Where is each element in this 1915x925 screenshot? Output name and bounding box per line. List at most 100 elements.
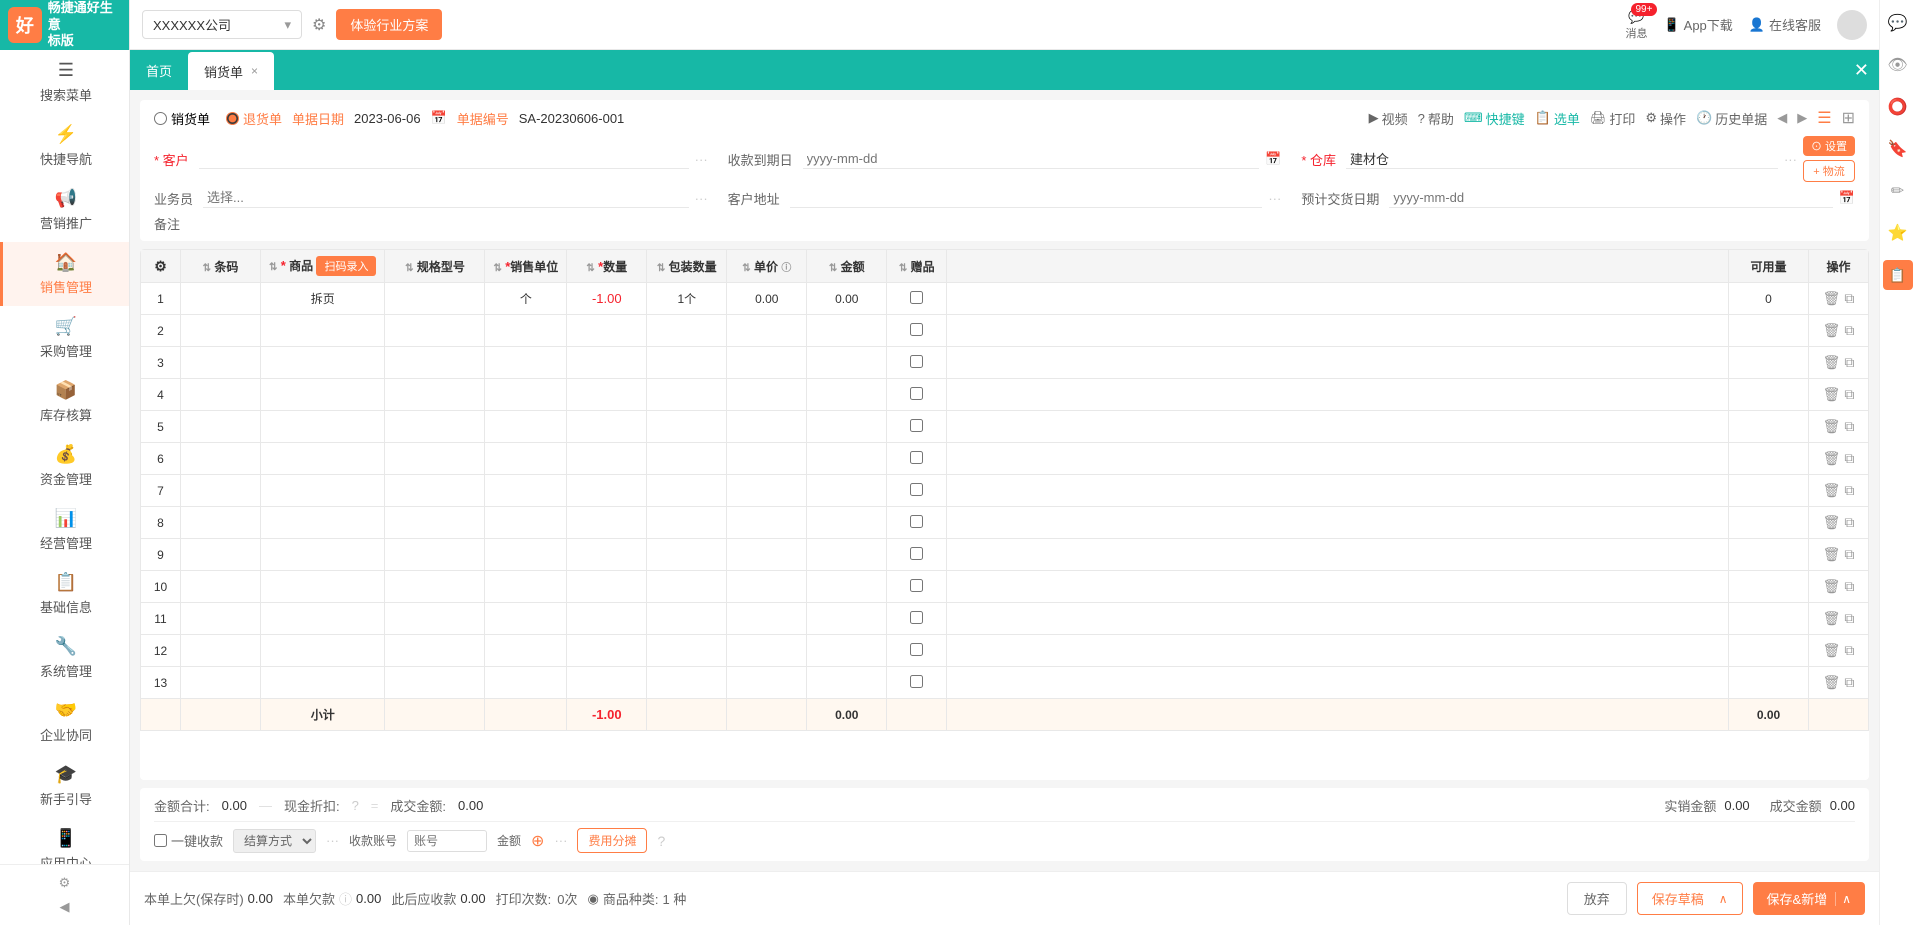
sidebar-item-finance[interactable]: 💰 资金管理 xyxy=(0,434,129,498)
radio-sale-input[interactable] xyxy=(154,112,167,125)
copy-icon[interactable]: ⧉ xyxy=(1844,450,1854,467)
calendar-icon[interactable]: 📅 xyxy=(431,110,447,126)
th-barcode[interactable]: ⇅ 条码 xyxy=(181,250,261,283)
sidebar-settings[interactable]: ⚙ xyxy=(59,875,71,891)
customer-dots[interactable]: ··· xyxy=(695,152,708,167)
print-link[interactable]: 🖨 打印 xyxy=(1590,109,1636,128)
customer-addr-input[interactable] xyxy=(790,188,1263,208)
copy-icon[interactable]: ⧉ xyxy=(1844,354,1854,371)
copy-icon[interactable]: ⧉ xyxy=(1844,418,1854,435)
company-selector[interactable]: XXXXXX公司 ▾ xyxy=(142,10,302,39)
row-qty[interactable]: -1.00 xyxy=(567,283,647,315)
one-click-pay-input[interactable] xyxy=(154,834,167,847)
expense-split-btn[interactable]: 费用分摊 xyxy=(577,828,647,853)
delete-icon[interactable]: 🗑 xyxy=(1823,418,1841,435)
add-payment-icon[interactable]: ⊕ xyxy=(531,831,544,851)
user-avatar[interactable] xyxy=(1837,10,1867,40)
salesperson-dots[interactable]: ··· xyxy=(695,191,708,206)
th-price[interactable]: ⇅ 单价 ⓘ xyxy=(727,250,807,283)
settings-button[interactable]: ⊙ 设置 xyxy=(1803,136,1855,156)
delete-icon[interactable]: 🗑 xyxy=(1823,450,1841,467)
th-qty[interactable]: ⇅ *数量 xyxy=(567,250,647,283)
copy-icon[interactable]: ⧉ xyxy=(1844,610,1854,627)
nav-next-icon[interactable]: ▶ xyxy=(1797,110,1807,126)
warehouse-dots[interactable]: ··· xyxy=(1784,152,1797,167)
delete-icon[interactable]: 🗑 xyxy=(1823,482,1841,499)
copy-icon[interactable]: ⧉ xyxy=(1844,546,1854,563)
sidebar-item-sales[interactable]: 🏠 销售管理 xyxy=(0,242,129,306)
radio-return[interactable]: 退货单 xyxy=(226,109,282,128)
view-list-icon[interactable]: ☰ xyxy=(1817,108,1831,128)
window-close-icon[interactable]: ✕ xyxy=(1854,60,1869,81)
radio-sale[interactable]: 销货单 xyxy=(154,109,210,128)
scan-barcode-btn[interactable]: 扫码录入 xyxy=(316,256,376,276)
nav-prev-icon[interactable]: ◀ xyxy=(1777,110,1787,126)
sidebar-item-purchase[interactable]: 🛒 采购管理 xyxy=(0,306,129,370)
delete-icon[interactable]: 🗑 xyxy=(1823,354,1841,371)
copy-icon[interactable]: ⧉ xyxy=(1844,578,1854,595)
th-pkg[interactable]: ⇅ 包装数量 xyxy=(647,250,727,283)
delete-icon[interactable]: 🗑 xyxy=(1823,674,1841,691)
float-orange-icon[interactable]: 📋 xyxy=(1883,260,1913,290)
float-eye-icon[interactable]: 👁 xyxy=(1883,50,1913,80)
sidebar-collapse[interactable]: ◀ xyxy=(60,899,70,915)
copy-icon[interactable]: ⧉ xyxy=(1844,514,1854,531)
select-link[interactable]: 📋 选单 xyxy=(1535,109,1580,128)
float-star-icon[interactable]: ⭐ xyxy=(1883,218,1913,248)
delete-icon[interactable]: 🗑 xyxy=(1823,322,1841,339)
shortcut-link[interactable]: ⌨ 快捷键 xyxy=(1464,109,1525,128)
topbar-settings-icon[interactable]: ⚙ xyxy=(312,15,326,35)
warehouse-input[interactable] xyxy=(1346,149,1778,169)
row-barcode[interactable] xyxy=(181,283,261,315)
th-settings[interactable]: ⚙ xyxy=(141,250,181,283)
cash-discount-help-icon[interactable]: ? xyxy=(352,798,359,813)
copy-icon[interactable]: ⧉ xyxy=(1844,386,1854,403)
one-click-pay-checkbox[interactable]: 一键收款 xyxy=(154,831,223,850)
sidebar-item-guide[interactable]: 🎓 新手引导 xyxy=(0,754,129,818)
row-spec[interactable] xyxy=(385,283,485,315)
save-draft-btn[interactable]: 保存草稿 ∧ xyxy=(1637,882,1743,915)
payment-account-input[interactable] xyxy=(407,830,487,852)
payment-due-calendar-icon[interactable]: 📅 xyxy=(1265,151,1281,167)
delete-icon[interactable]: 🗑 xyxy=(1823,642,1841,659)
th-product[interactable]: ⇅ * 商品 扫码录入 xyxy=(261,250,385,283)
delete-icon[interactable]: 🗑 xyxy=(1823,610,1841,627)
th-spec[interactable]: ⇅ 规格型号 xyxy=(385,250,485,283)
tab-sales-order[interactable]: 销货单 × xyxy=(188,52,274,90)
sidebar-item-inventory[interactable]: 📦 库存核算 xyxy=(0,370,129,434)
delete-icon[interactable]: 🗑 xyxy=(1823,546,1841,563)
radio-return-input[interactable] xyxy=(226,112,239,125)
salesperson-input[interactable] xyxy=(203,188,689,208)
abandon-btn[interactable]: 放弃 xyxy=(1567,882,1627,915)
trial-btn[interactable]: 体验行业方案 xyxy=(336,9,442,40)
delete-icon[interactable]: 🗑 xyxy=(1823,290,1841,307)
view-grid-icon[interactable]: ⊞ xyxy=(1842,108,1855,128)
history-link[interactable]: 🕐 历史单据 xyxy=(1696,109,1767,128)
online-service-btn[interactable]: 👤 在线客服 xyxy=(1749,15,1821,34)
sidebar-item-app-center[interactable]: 📱 应用中心 xyxy=(0,818,129,864)
float-circle-icon[interactable]: ⭕ xyxy=(1883,92,1913,122)
payment-method-select[interactable]: 结算方式 xyxy=(233,829,316,853)
th-unit[interactable]: ⇅ *销售单位 xyxy=(485,250,567,283)
copy-icon[interactable]: ⧉ xyxy=(1844,290,1854,307)
sidebar-item-search[interactable]: ☰ 搜索菜单 xyxy=(0,50,129,114)
flow-button[interactable]: + 物流 xyxy=(1803,160,1855,182)
sidebar-item-quicknav[interactable]: ⚡ 快捷导航 xyxy=(0,114,129,178)
float-chat-icon[interactable]: 💬 xyxy=(1883,8,1913,38)
save-new-btn[interactable]: 保存&新增 ∧ xyxy=(1753,882,1865,915)
sidebar-item-marketing[interactable]: 📢 营销推广 xyxy=(0,178,129,242)
product-type-info[interactable]: ◉ 商品种类: 1 种 xyxy=(588,889,687,908)
float-edit-icon[interactable]: ✏ xyxy=(1883,176,1913,206)
video-link[interactable]: ▶ 视频 xyxy=(1369,109,1408,128)
payment-due-input[interactable] xyxy=(803,149,1259,169)
expected-date-calendar-icon[interactable]: 📅 xyxy=(1839,190,1855,206)
delete-icon[interactable]: 🗑 xyxy=(1823,578,1841,595)
delete-icon[interactable]: 🗑 xyxy=(1823,514,1841,531)
copy-icon[interactable]: ⧉ xyxy=(1844,674,1854,691)
copy-icon[interactable]: ⧉ xyxy=(1844,482,1854,499)
customer-input[interactable] xyxy=(199,149,689,169)
row-gift[interactable] xyxy=(887,283,947,315)
operate-link[interactable]: ⚙ 操作 xyxy=(1645,109,1686,128)
th-gift[interactable]: ⇅ 赠品 xyxy=(887,250,947,283)
row-price[interactable]: 0.00 xyxy=(727,283,807,315)
